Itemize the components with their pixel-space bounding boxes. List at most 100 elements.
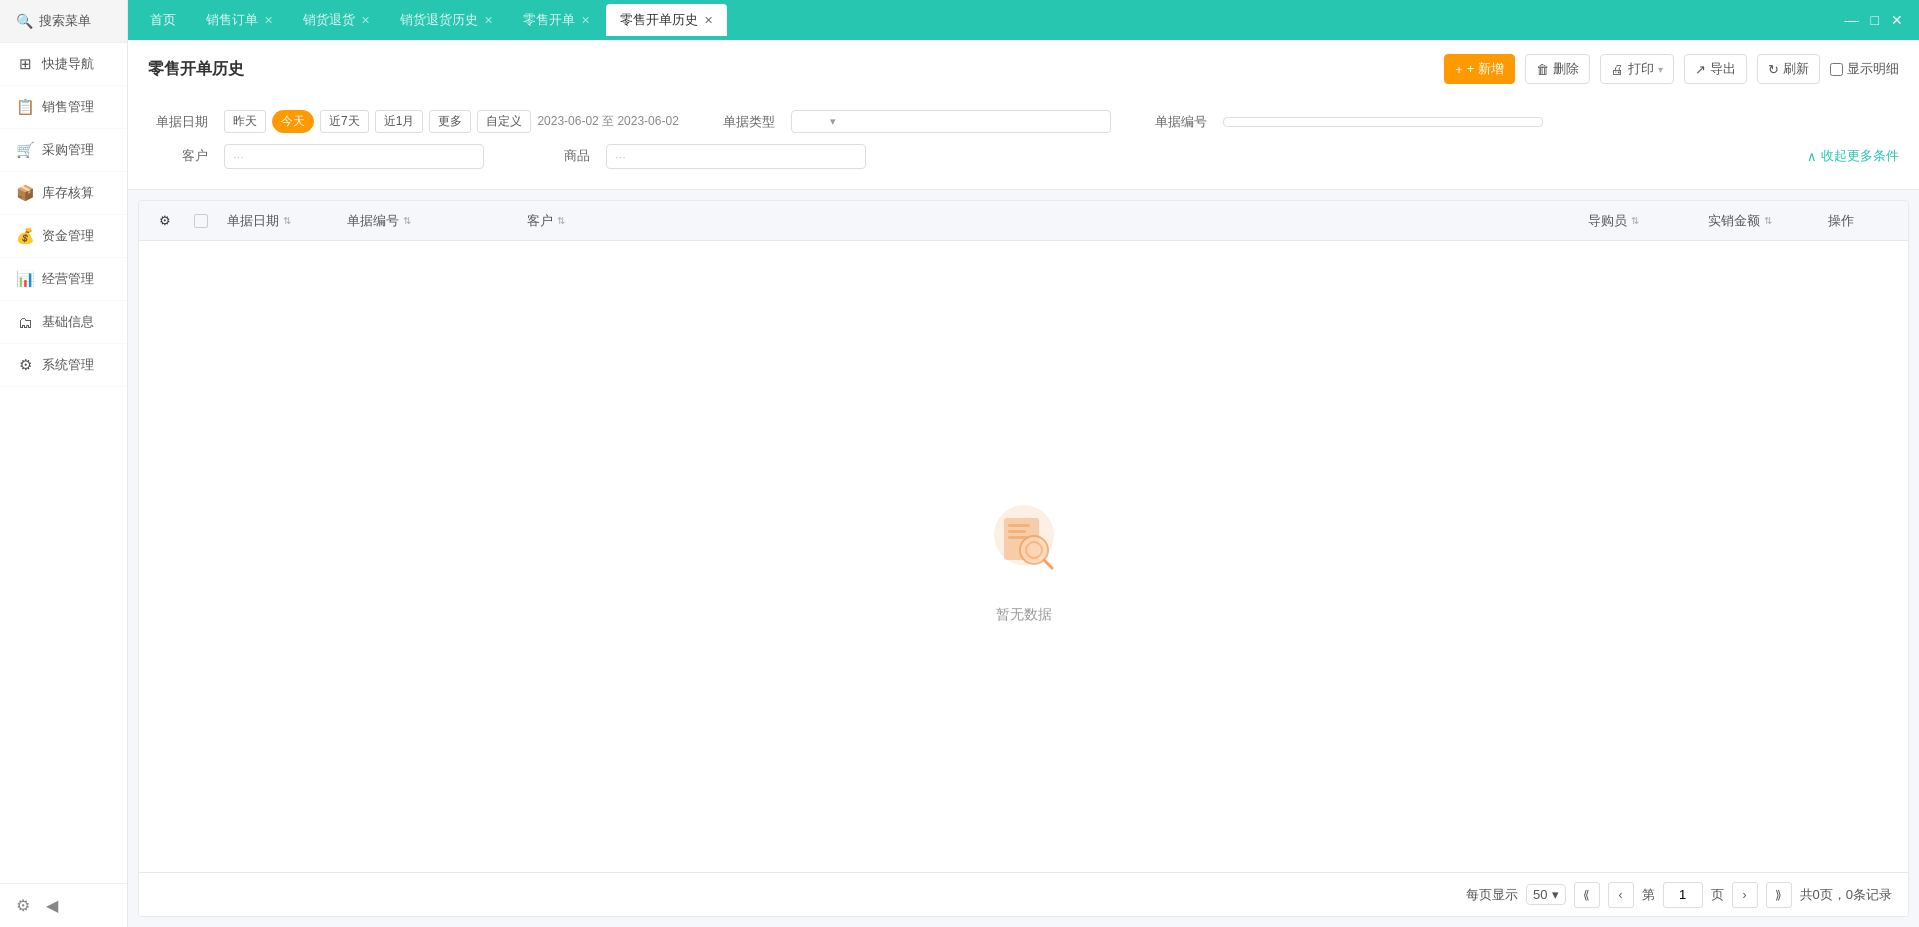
col-date-label: 单据日期 <box>227 212 279 230</box>
page-header-top: 零售开单历史 + + 新增 🗑 删除 🖨 打印 ▾ <box>148 54 1899 84</box>
col-amount[interactable]: 实销金额 ⇅ <box>1700 212 1820 230</box>
print-icon: 🖨 <box>1611 62 1624 77</box>
sidebar-item-quick-nav[interactable]: ⊞ 快捷导航 <box>0 43 127 86</box>
delete-button[interactable]: 🗑 删除 <box>1525 54 1590 84</box>
sidebar-item-inventory[interactable]: 📦 库存核算 <box>0 172 127 215</box>
next-page-btn[interactable]: › <box>1732 882 1758 908</box>
sidebar-item-label: 资金管理 <box>42 227 94 245</box>
content-area: 零售开单历史 + + 新增 🗑 删除 🖨 打印 ▾ <box>128 40 1919 927</box>
close-icon[interactable]: ✕ <box>361 14 370 27</box>
refresh-button[interactable]: ↻ 刷新 <box>1757 54 1820 84</box>
sidebar-item-purchase-mgmt[interactable]: 🛒 采购管理 <box>0 129 127 172</box>
sidebar-item-label: 系统管理 <box>42 356 94 374</box>
collapse-icon: ∧ <box>1807 149 1817 164</box>
empty-state: 暂无数据 <box>139 241 1908 872</box>
page-header: 零售开单历史 + + 新增 🗑 删除 🖨 打印 ▾ <box>128 40 1919 190</box>
sidebar-item-label: 基础信息 <box>42 313 94 331</box>
col-salesperson[interactable]: 导购员 ⇅ <box>1580 212 1700 230</box>
close-icon[interactable]: ✕ <box>484 14 493 27</box>
checkbox-icon[interactable] <box>194 214 208 228</box>
date-btn-yesterday[interactable]: 昨天 <box>224 110 266 133</box>
export-button[interactable]: ↗ 导出 <box>1684 54 1747 84</box>
collapse-filter-btn[interactable]: ∧ 收起更多条件 <box>1807 143 1899 169</box>
page-suffix: 页 <box>1711 886 1724 904</box>
total-label: 共0页，0条记录 <box>1800 886 1892 904</box>
sidebar-item-label: 经营管理 <box>42 270 94 288</box>
tab-sales-order[interactable]: 销售订单 ✕ <box>192 4 287 36</box>
prev-page-btn[interactable]: ‹ <box>1608 882 1634 908</box>
sidebar-search[interactable]: 🔍 搜索菜单 <box>0 0 127 43</box>
close-icon[interactable]: ✕ <box>581 14 590 27</box>
filter-goods-input[interactable]: ··· <box>606 144 866 169</box>
add-icon: + <box>1455 62 1463 77</box>
settings-columns-icon: ⚙ <box>159 213 171 228</box>
sidebar-item-label: 快捷导航 <box>42 55 94 73</box>
tab-retail-open-history-label: 零售开单历史 <box>620 11 698 29</box>
sidebar-item-finance-mgmt[interactable]: 💰 资金管理 <box>0 215 127 258</box>
table-header: ⚙ 单据日期 ⇅ 单据编号 ⇅ 客户 ⇅ 导购员 <box>139 201 1908 241</box>
maximize-icon[interactable]: □ <box>1871 12 1879 28</box>
add-button[interactable]: + + 新增 <box>1444 54 1515 84</box>
delete-icon: 🗑 <box>1536 62 1549 77</box>
date-btn-7days[interactable]: 近7天 <box>320 110 369 133</box>
page-input[interactable] <box>1663 882 1703 908</box>
per-page-value: 50 <box>1533 887 1547 902</box>
first-page-btn[interactable]: ⟪ <box>1574 882 1600 908</box>
col-action-label: 操作 <box>1828 212 1854 230</box>
col-customer[interactable]: 客户 ⇅ <box>519 212 1580 230</box>
tab-retail-open-label: 零售开单 <box>523 11 575 29</box>
date-btn-1month[interactable]: 近1月 <box>375 110 424 133</box>
filter-customer-input[interactable]: ··· <box>224 144 484 169</box>
tab-sales-return-history-label: 销货退货历史 <box>400 11 478 29</box>
select-all-checkbox[interactable] <box>183 214 219 228</box>
window-controls: — □ ✕ <box>1845 12 1911 28</box>
search-icon: 🔍 <box>16 13 33 29</box>
close-icon[interactable]: ✕ <box>264 14 273 27</box>
top-nav: 首页 销售订单 ✕ 销货退货 ✕ 销货退货历史 ✕ 零售开单 ✕ 零售开单历史 … <box>128 0 1919 40</box>
close-window-icon[interactable]: ✕ <box>1891 12 1903 28</box>
filter-goods-placeholder: ··· <box>615 149 626 164</box>
sidebar-item-ops-mgmt[interactable]: 📊 经营管理 <box>0 258 127 301</box>
tab-home[interactable]: 首页 <box>136 4 190 36</box>
sidebar-item-base-info[interactable]: 🗂 基础信息 <box>0 301 127 344</box>
tab-sales-return[interactable]: 销货退货 ✕ <box>289 4 384 36</box>
column-settings-btn[interactable]: ⚙ <box>147 213 183 228</box>
sort-icon: ⇅ <box>1764 215 1772 226</box>
page-label: 第 <box>1642 886 1655 904</box>
tab-retail-open[interactable]: 零售开单 ✕ <box>509 4 604 36</box>
sys-mgmt-icon: ⚙ <box>16 356 34 374</box>
sidebar-item-sales-mgmt[interactable]: 📋 销售管理 <box>0 86 127 129</box>
per-page-arrow: ▾ <box>1552 887 1559 902</box>
tab-sales-return-label: 销货退货 <box>303 11 355 29</box>
sort-icon: ⇅ <box>283 215 291 226</box>
dropdown-arrow-icon: ▾ <box>830 115 836 128</box>
finance-mgmt-icon: 💰 <box>16 227 34 245</box>
last-page-btn[interactable]: ⟫ <box>1766 882 1792 908</box>
table-area: ⚙ 单据日期 ⇅ 单据编号 ⇅ 客户 ⇅ 导购员 <box>138 200 1909 917</box>
filter-code-input[interactable] <box>1223 117 1543 127</box>
per-page-select[interactable]: 50 ▾ <box>1526 884 1565 905</box>
sidebar-item-sys-mgmt[interactable]: ⚙ 系统管理 <box>0 344 127 387</box>
sidebar-item-label: 销售管理 <box>42 98 94 116</box>
col-code-label: 单据编号 <box>347 212 399 230</box>
filter-type-dropdown[interactable]: ▾ <box>791 110 1111 133</box>
tab-retail-open-history[interactable]: 零售开单历史 ✕ <box>606 4 727 36</box>
date-btn-custom[interactable]: 自定义 <box>477 110 531 133</box>
export-icon: ↗ <box>1695 62 1706 77</box>
minimize-icon[interactable]: — <box>1845 12 1859 28</box>
tab-sales-return-history[interactable]: 销货退货历史 ✕ <box>386 4 507 36</box>
date-btn-more[interactable]: 更多 <box>429 110 471 133</box>
print-button[interactable]: 🖨 打印 ▾ <box>1600 54 1674 84</box>
toolbar: + + 新增 🗑 删除 🖨 打印 ▾ ↗ 导出 <box>1444 54 1899 84</box>
close-icon[interactable]: ✕ <box>704 14 713 27</box>
empty-text: 暂无数据 <box>996 606 1052 624</box>
filter-code-label: 单据编号 <box>1147 113 1207 131</box>
date-btn-today[interactable]: 今天 <box>272 110 314 133</box>
display-cols-checkbox[interactable]: 显示明细 <box>1830 60 1899 78</box>
col-code[interactable]: 单据编号 ⇅ <box>339 212 519 230</box>
collapse-sidebar-icon[interactable]: ◀ <box>46 896 58 915</box>
col-date[interactable]: 单据日期 ⇅ <box>219 212 339 230</box>
filter-date-label: 单据日期 <box>148 113 208 131</box>
settings-icon[interactable]: ⚙ <box>16 896 30 915</box>
display-cols-input[interactable] <box>1830 63 1843 76</box>
